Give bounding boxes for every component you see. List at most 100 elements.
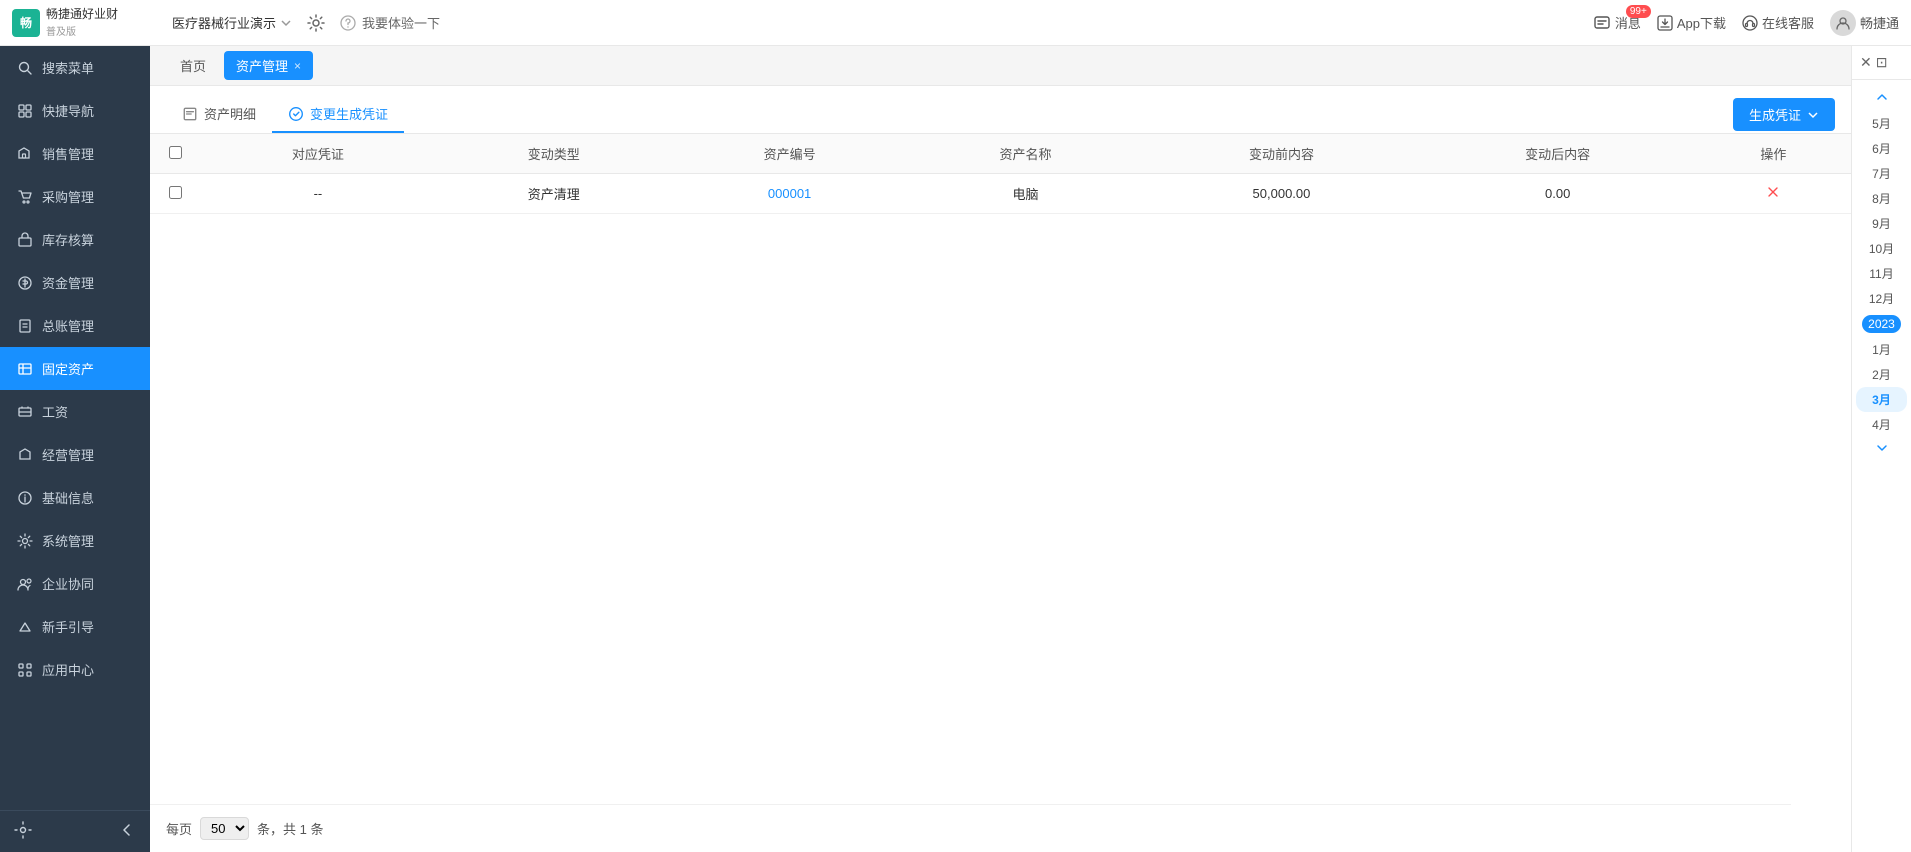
system-icon (16, 532, 34, 550)
company-selector[interactable]: 医疗器械行业演示 (172, 13, 292, 32)
cell-asset-no: 000001 (672, 174, 908, 214)
settings-bottom-icon[interactable] (14, 821, 32, 842)
sidebar-bottom (0, 810, 150, 852)
timeline-month-2[interactable]: 2月 (1852, 362, 1911, 387)
cell-change-type: 资产清理 (436, 174, 672, 214)
table-container: 对应凭证 变动类型 资产编号 资产名称 变动前内容 变动后内容 操作 -- (150, 134, 1851, 214)
right-panel-header: ✕ ⊡ (1852, 46, 1911, 80)
sub-tab-voucher[interactable]: 变更生成凭证 (272, 96, 404, 133)
settings-icon[interactable] (302, 9, 330, 37)
search-icon (16, 59, 34, 77)
sidebar: 搜索菜单 快捷导航 销售管理 采购管理 库存核算 (0, 46, 150, 852)
cell-after: 0.00 (1420, 174, 1696, 214)
sidebar-item-funds[interactable]: 资金管理 (0, 261, 150, 304)
sidebar-item-guide[interactable]: 新手引导 (0, 605, 150, 648)
sidebar-item-ledger[interactable]: 总账管理 (0, 304, 150, 347)
timeline-month-6[interactable]: 6月 (1852, 136, 1911, 161)
app-download-btn[interactable]: App下载 (1657, 13, 1726, 32)
timeline-month-10[interactable]: 10月 (1852, 236, 1911, 261)
purchase-icon (16, 188, 34, 206)
sub-tabs: 资产明细 变更生成凭证 生成凭证 (150, 86, 1851, 134)
message-icon (1593, 14, 1611, 32)
detail-icon (182, 106, 198, 122)
timeline-month-5[interactable]: 5月 (1852, 111, 1911, 136)
service-icon (1742, 15, 1758, 31)
sidebar-item-label: 采购管理 (42, 187, 94, 206)
sidebar-item-purchase[interactable]: 采购管理 (0, 175, 150, 218)
row-checkbox[interactable] (169, 186, 182, 199)
logo-sub: 普及版 (46, 23, 118, 38)
chevron-down-icon (280, 17, 292, 29)
col-after: 变动后内容 (1420, 134, 1696, 174)
timeline-month-9[interactable]: 9月 (1852, 211, 1911, 236)
panel-close-btn[interactable]: ✕ (1860, 54, 1872, 71)
logo-text: 畅捷通好业财 (46, 7, 118, 23)
topbar-right: 消息 99+ App下载 在线客服 畅捷通 (1593, 10, 1899, 36)
dropdown-arrow-icon (1807, 109, 1819, 121)
messages-badge: 99+ (1626, 5, 1651, 18)
delete-btn[interactable] (1766, 187, 1780, 202)
per-page-select[interactable]: 50 (200, 817, 249, 840)
sidebar-item-assets[interactable]: 固定资产 (0, 347, 150, 390)
sidebar-item-label: 库存核算 (42, 230, 94, 249)
sales-icon (16, 145, 34, 163)
user-menu[interactable]: 畅捷通 (1830, 10, 1899, 36)
avatar (1830, 10, 1856, 36)
experience-icon (340, 15, 356, 31)
sidebar-item-collab[interactable]: 企业协同 (0, 562, 150, 605)
sidebar-item-system[interactable]: 系统管理 (0, 519, 150, 562)
sidebar-item-info[interactable]: 基础信息 (0, 476, 150, 519)
assets-table: 对应凭证 变动类型 资产编号 资产名称 变动前内容 变动后内容 操作 -- (150, 134, 1851, 214)
timeline-month-12[interactable]: 12月 (1852, 286, 1911, 311)
timeline-month-4[interactable]: 4月 (1852, 412, 1911, 437)
tab-home[interactable]: 首页 (166, 50, 220, 81)
select-all-checkbox[interactable] (169, 146, 182, 159)
sidebar-item-search[interactable]: 搜索菜单 (0, 46, 150, 89)
ledger-icon (16, 317, 34, 335)
collab-icon (16, 575, 34, 593)
sidebar-item-label: 资金管理 (42, 273, 94, 292)
guide-icon (16, 618, 34, 636)
col-voucher: 对应凭证 (200, 134, 436, 174)
total-label: 条，共 1 条 (257, 819, 323, 838)
assets-icon (16, 360, 34, 378)
panel-expand-btn[interactable]: ⊡ (1876, 54, 1888, 71)
sidebar-item-management[interactable]: 经营管理 (0, 433, 150, 476)
sidebar-item-apps[interactable]: 应用中心 (0, 648, 150, 691)
timeline-month-7[interactable]: 7月 (1852, 161, 1911, 186)
timeline-month-8[interactable]: 8月 (1852, 186, 1911, 211)
collapse-icon[interactable] (118, 821, 136, 842)
right-panel-controls: ✕ ⊡ (1860, 54, 1887, 71)
sidebar-item-label: 经营管理 (42, 445, 94, 464)
sidebar-item-label: 系统管理 (42, 531, 94, 550)
tab-assets[interactable]: 资产管理 × (224, 51, 313, 80)
salary-icon (16, 403, 34, 421)
col-before: 变动前内容 (1143, 134, 1419, 174)
nav-icon (16, 102, 34, 120)
inventory-icon (16, 231, 34, 249)
col-change-type: 变动类型 (436, 134, 672, 174)
sub-tab-detail[interactable]: 资产明细 (166, 96, 272, 133)
timeline-year-2023[interactable]: 2023 (1862, 315, 1901, 333)
cell-before: 50,000.00 (1143, 174, 1419, 214)
tab-close-btn[interactable]: × (294, 59, 301, 73)
cell-voucher: -- (200, 174, 436, 214)
pagination: 每页 50 条，共 1 条 (150, 804, 1791, 852)
sidebar-item-sales[interactable]: 销售管理 (0, 132, 150, 175)
sidebar-item-inventory[interactable]: 库存核算 (0, 218, 150, 261)
timeline-month-1[interactable]: 1月 (1852, 337, 1911, 362)
timeline-month-11[interactable]: 11月 (1852, 261, 1911, 286)
timeline-month-3[interactable]: 3月 (1856, 387, 1907, 412)
online-service-btn[interactable]: 在线客服 (1742, 13, 1814, 32)
management-icon (16, 446, 34, 464)
messages-btn[interactable]: 消息 99+ (1593, 13, 1641, 32)
tabbar: 首页 资产管理 × (150, 46, 1851, 86)
timeline-down-btn[interactable] (1852, 437, 1911, 462)
sidebar-item-salary[interactable]: 工资 (0, 390, 150, 433)
generate-voucher-btn[interactable]: 生成凭证 (1733, 98, 1835, 131)
sidebar-item-nav[interactable]: 快捷导航 (0, 89, 150, 132)
experience-btn[interactable]: 我要体验一下 (340, 13, 440, 32)
sidebar-item-label: 工资 (42, 402, 68, 421)
timeline-up-btn[interactable] (1852, 86, 1911, 111)
download-icon (1657, 15, 1673, 31)
